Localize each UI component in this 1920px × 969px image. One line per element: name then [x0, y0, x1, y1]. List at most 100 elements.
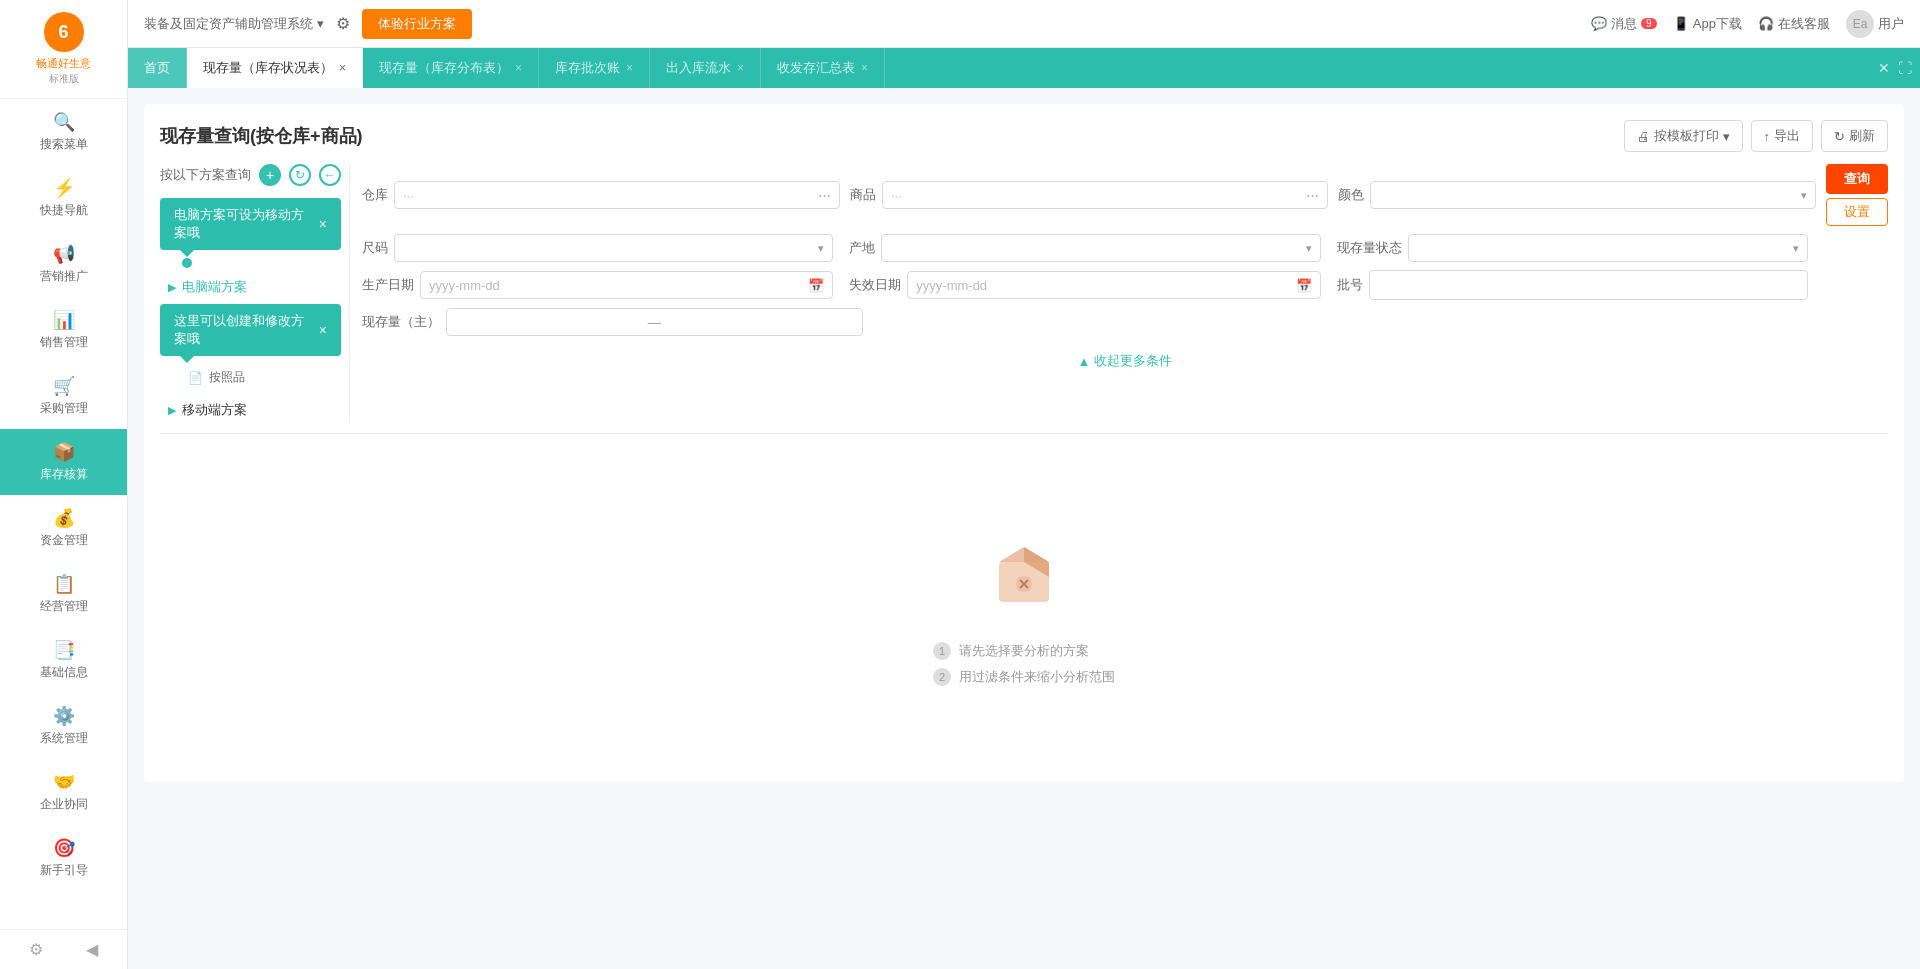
message-label: 消息: [1611, 15, 1637, 33]
calendar2-icon: 📅: [1296, 278, 1312, 293]
sidebar-bottom: ⚙ ◀: [0, 929, 127, 969]
sidebar-item-inventory[interactable]: 📦 库存核算: [0, 429, 127, 495]
sidebar-item-purchase[interactable]: 🛒 采购管理: [0, 363, 127, 429]
message-btn[interactable]: 💬 消息 9: [1591, 15, 1657, 33]
tab-fullscreen-icon[interactable]: ⛶: [1898, 60, 1912, 76]
tip-label-1: 请先选择要分析的方案: [959, 642, 1089, 660]
settings-bottom-icon[interactable]: ⚙: [29, 940, 43, 959]
sales-icon: 📊: [53, 309, 75, 331]
export-button[interactable]: ↑ 导出: [1751, 120, 1814, 152]
warehouse-label: 仓库: [362, 186, 388, 204]
sidebar-item-quick-nav[interactable]: ⚡ 快捷导航: [0, 165, 127, 231]
set-button[interactable]: 设置: [1826, 198, 1888, 226]
tip-num-1: 1: [933, 642, 951, 660]
sidebar-item-operations[interactable]: 📋 经营管理: [0, 561, 127, 627]
batch-no-input[interactable]: [1369, 270, 1808, 300]
filter-row-2: 尺码 ▾ 产地 ▾: [362, 234, 1888, 262]
warehouse-dots: ···: [403, 188, 414, 203]
tab-bar-end: ✕ ⛶: [1870, 48, 1920, 88]
sidebar-item-finance[interactable]: 💰 资金管理: [0, 495, 127, 561]
tab-home-label: 首页: [144, 59, 170, 77]
filter-row-1: 仓库 ··· ⋯ 商品 ··· ⋯: [362, 164, 1888, 226]
online-support-btn[interactable]: 🎧 在线客服: [1758, 15, 1830, 33]
sidebar-item-guide[interactable]: 🎯 新手引导: [0, 825, 127, 891]
sidebar: 6 畅通好生意 标准版 🔍 搜索菜单 ⚡ 快捷导航 📢 营销推广 📊 销售管理 …: [0, 0, 128, 969]
size-select[interactable]: ▾: [394, 234, 833, 262]
batch-no-field: 批号: [1337, 270, 1808, 300]
sidebar-item-system[interactable]: ⚙️ 系统管理: [0, 693, 127, 759]
empty-illustration: [974, 522, 1074, 622]
refresh-button[interactable]: ↻ 刷新: [1821, 120, 1888, 152]
settings-icon[interactable]: ⚙: [336, 14, 350, 33]
template-print-button[interactable]: 🖨 按模板打印 ▾: [1624, 120, 1743, 152]
sidebar-item-label: 采购管理: [40, 400, 88, 417]
tab-recv-send-summary[interactable]: 收发存汇总表 ×: [761, 48, 885, 88]
tab-stock-dist[interactable]: 现存量（库存分布表） ×: [363, 48, 539, 88]
tab-close-all-icon[interactable]: ✕: [1878, 60, 1890, 76]
size-label: 尺码: [362, 239, 388, 257]
stock-main-input[interactable]: —: [446, 308, 863, 336]
color-caret-icon: ▾: [1801, 189, 1807, 202]
tooltip-close-icon[interactable]: ×: [319, 216, 327, 232]
sidebar-nav: 🔍 搜索菜单 ⚡ 快捷导航 📢 营销推广 📊 销售管理 🛒 采购管理 📦 库存核…: [0, 99, 127, 929]
filter-header: 按以下方案查询 + ↻ ←: [160, 164, 341, 186]
filter-left-button[interactable]: ←: [319, 164, 341, 186]
sidebar-item-sales[interactable]: 📊 销售管理: [0, 297, 127, 363]
empty-tip-1: 1 请先选择要分析的方案: [933, 642, 1115, 660]
message-badge: 9: [1641, 18, 1657, 29]
chevron-down-icon: ▾: [1723, 129, 1730, 144]
filter-add-button[interactable]: +: [259, 164, 281, 186]
expiry-date-field: 失效日期 yyyy-mm-dd 📅: [849, 270, 1320, 300]
page-header: 现存量查询(按仓库+商品) 🖨 按模板打印 ▾ ↑ 导出 ↻ 刷新: [160, 120, 1888, 152]
trial-button[interactable]: 体验行业方案: [362, 9, 472, 39]
production-date-input[interactable]: yyyy-mm-dd 📅: [420, 271, 833, 299]
divider: [160, 433, 1888, 434]
sidebar-item-basic-info[interactable]: 📑 基础信息: [0, 627, 127, 693]
size-caret-icon: ▾: [818, 242, 824, 255]
scheme-sub-item-0[interactable]: 📄 按照品: [180, 366, 341, 389]
sidebar-item-marketing[interactable]: 📢 营销推广: [0, 231, 127, 297]
system-title: 装备及固定资产辅助管理系统: [144, 15, 313, 33]
origin-field: 产地 ▾: [849, 234, 1320, 262]
goods-select[interactable]: ··· ⋯: [882, 181, 1328, 209]
doc-icon: 📄: [188, 371, 203, 385]
tab-close-in-out-flow[interactable]: ×: [737, 61, 744, 75]
origin-select[interactable]: ▾: [881, 234, 1320, 262]
tab-stock-dist-label: 现存量（库存分布表）: [379, 59, 509, 77]
mobile-scheme-item[interactable]: ▶ 移动端方案: [160, 397, 341, 423]
warehouse-select[interactable]: ··· ⋯: [394, 181, 840, 209]
tab-home[interactable]: 首页: [128, 48, 187, 88]
stock-status-select[interactable]: ▾: [1408, 234, 1808, 262]
tab-batch-ledger[interactable]: 库存批次账 ×: [539, 48, 650, 88]
message-icon: 💬: [1591, 16, 1607, 31]
range-separator: —: [648, 315, 661, 330]
sidebar-item-label: 经营管理: [40, 598, 88, 615]
tab-stock-status[interactable]: 现存量（库存状况表） ×: [187, 48, 363, 88]
color-select[interactable]: ▾: [1370, 181, 1816, 209]
logo-icon: 6: [44, 12, 84, 52]
tab-in-out-flow[interactable]: 出入库流水 ×: [650, 48, 761, 88]
expiry-date-input[interactable]: yyyy-mm-dd 📅: [907, 271, 1320, 299]
search-button[interactable]: 查询: [1826, 164, 1888, 194]
tab-close-stock-status[interactable]: ×: [339, 61, 346, 75]
tab-close-batch-ledger[interactable]: ×: [626, 61, 633, 75]
template-print-label: 按模板打印: [1654, 127, 1719, 145]
page-title: 现存量查询(按仓库+商品): [160, 124, 363, 148]
mobile-arrow-icon: ▶: [168, 404, 176, 417]
system-selector[interactable]: 装备及固定资产辅助管理系统 ▾: [144, 15, 324, 33]
main-area: 装备及固定资产辅助管理系统 ▾ ⚙ 体验行业方案 💬 消息 9 📱 App下载 …: [128, 0, 1920, 969]
pc-scheme-item[interactable]: ▶ 电脑端方案: [160, 274, 341, 300]
app-download-btn[interactable]: 📱 App下载: [1673, 15, 1742, 33]
tab-close-recv-send-summary[interactable]: ×: [861, 61, 868, 75]
filter-circle-button[interactable]: ↻: [289, 164, 311, 186]
tab-close-stock-dist[interactable]: ×: [515, 61, 522, 75]
collapse-button[interactable]: ▲ 收起更多条件: [362, 344, 1888, 378]
collapse-label: 收起更多条件: [1094, 352, 1172, 370]
filter-row-3: 生产日期 yyyy-mm-dd 📅 失效日期 yyyy-mm-dd 📅: [362, 270, 1888, 300]
sidebar-item-search[interactable]: 🔍 搜索菜单: [0, 99, 127, 165]
filter-row-4: 现存量（主） —: [362, 308, 1888, 336]
sidebar-item-enterprise[interactable]: 🤝 企业协同: [0, 759, 127, 825]
tooltip2-close-icon[interactable]: ×: [319, 322, 327, 338]
user-btn[interactable]: Ea 用户: [1846, 10, 1904, 38]
collapse-sidebar-icon[interactable]: ◀: [86, 940, 98, 959]
